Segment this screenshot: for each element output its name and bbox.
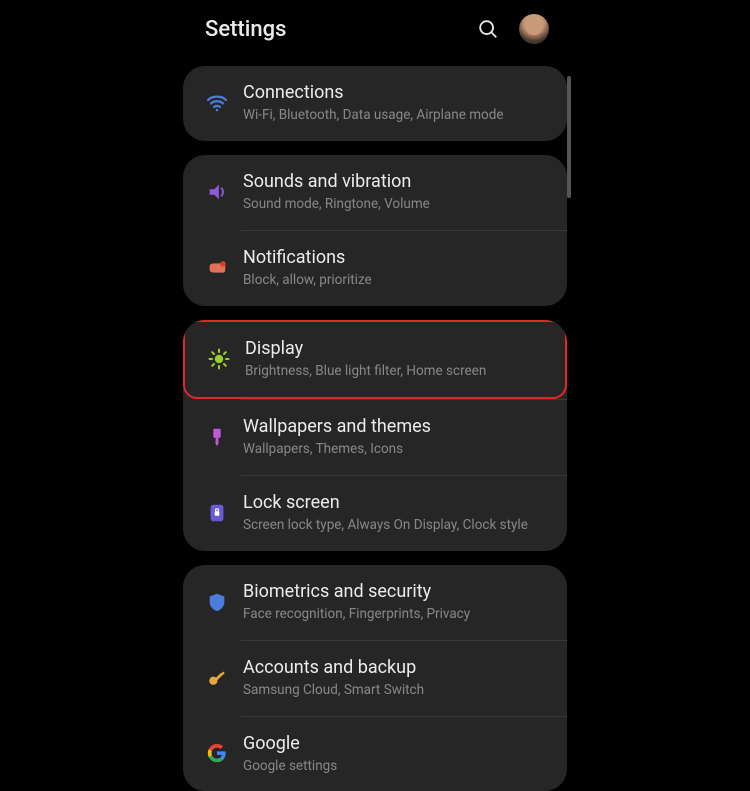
settings-group: Biometrics and security Face recognition… [183, 565, 567, 791]
settings-item-display[interactable]: Display Brightness, Blue light filter, H… [183, 320, 567, 399]
settings-item-notifications[interactable]: Notifications Block, allow, prioritize [183, 231, 567, 306]
settings-screen: Settings Connections [178, 0, 572, 750]
settings-group: Connections Wi-Fi, Bluetooth, Data usage… [183, 66, 567, 141]
settings-item-sounds[interactable]: Sounds and vibration Sound mode, Rington… [183, 155, 567, 230]
item-label: Display [245, 337, 551, 360]
item-label: Biometrics and security [243, 580, 553, 603]
bell-icon [195, 257, 239, 279]
item-label: Google [243, 732, 553, 755]
item-body: Display Brightness, Blue light filter, H… [241, 337, 551, 381]
settings-item-lockscreen[interactable]: Lock screen Screen lock type, Always On … [183, 476, 567, 551]
item-label: Connections [243, 81, 553, 104]
item-subtitle: Google settings [243, 758, 553, 776]
item-body: Biometrics and security Face recognition… [239, 580, 553, 624]
header: Settings [183, 0, 567, 66]
lock-icon [195, 502, 239, 524]
avatar[interactable] [519, 14, 549, 44]
settings-item-accounts[interactable]: Accounts and backup Samsung Cloud, Smart… [183, 641, 567, 716]
sun-icon [197, 347, 241, 371]
item-body: Sounds and vibration Sound mode, Rington… [239, 170, 553, 214]
key-icon [195, 667, 239, 689]
item-body: Accounts and backup Samsung Cloud, Smart… [239, 656, 553, 700]
item-label: Sounds and vibration [243, 170, 553, 193]
sound-icon [195, 181, 239, 203]
item-label: Accounts and backup [243, 656, 553, 679]
item-body: Google Google settings [239, 732, 553, 776]
page-title: Settings [205, 17, 286, 42]
item-body: Connections Wi-Fi, Bluetooth, Data usage… [239, 81, 553, 125]
item-body: Wallpapers and themes Wallpapers, Themes… [239, 415, 553, 459]
search-icon[interactable] [477, 18, 499, 40]
item-subtitle: Wi-Fi, Bluetooth, Data usage, Airplane m… [243, 107, 553, 125]
brush-icon [195, 426, 239, 448]
item-label: Notifications [243, 246, 553, 269]
google-icon [195, 742, 239, 764]
settings-group: Display Brightness, Blue light filter, H… [183, 320, 567, 551]
item-subtitle: Sound mode, Ringtone, Volume [243, 196, 553, 214]
settings-group: Sounds and vibration Sound mode, Rington… [183, 155, 567, 306]
wifi-icon [195, 91, 239, 115]
item-body: Notifications Block, allow, prioritize [239, 246, 553, 290]
item-subtitle: Brightness, Blue light filter, Home scre… [245, 363, 551, 381]
settings-item-wallpapers[interactable]: Wallpapers and themes Wallpapers, Themes… [183, 400, 567, 475]
item-subtitle: Wallpapers, Themes, Icons [243, 441, 553, 459]
header-actions [477, 14, 549, 44]
item-subtitle: Screen lock type, Always On Display, Clo… [243, 517, 553, 535]
item-body: Lock screen Screen lock type, Always On … [239, 491, 553, 535]
item-subtitle: Samsung Cloud, Smart Switch [243, 682, 553, 700]
item-subtitle: Block, allow, prioritize [243, 272, 553, 290]
shield-icon [195, 591, 239, 613]
item-subtitle: Face recognition, Fingerprints, Privacy [243, 606, 553, 624]
settings-item-biometrics[interactable]: Biometrics and security Face recognition… [183, 565, 567, 640]
settings-item-connections[interactable]: Connections Wi-Fi, Bluetooth, Data usage… [183, 66, 567, 141]
settings-item-google[interactable]: Google Google settings [183, 717, 567, 791]
scrollbar[interactable] [567, 76, 571, 198]
item-label: Wallpapers and themes [243, 415, 553, 438]
item-label: Lock screen [243, 491, 553, 514]
